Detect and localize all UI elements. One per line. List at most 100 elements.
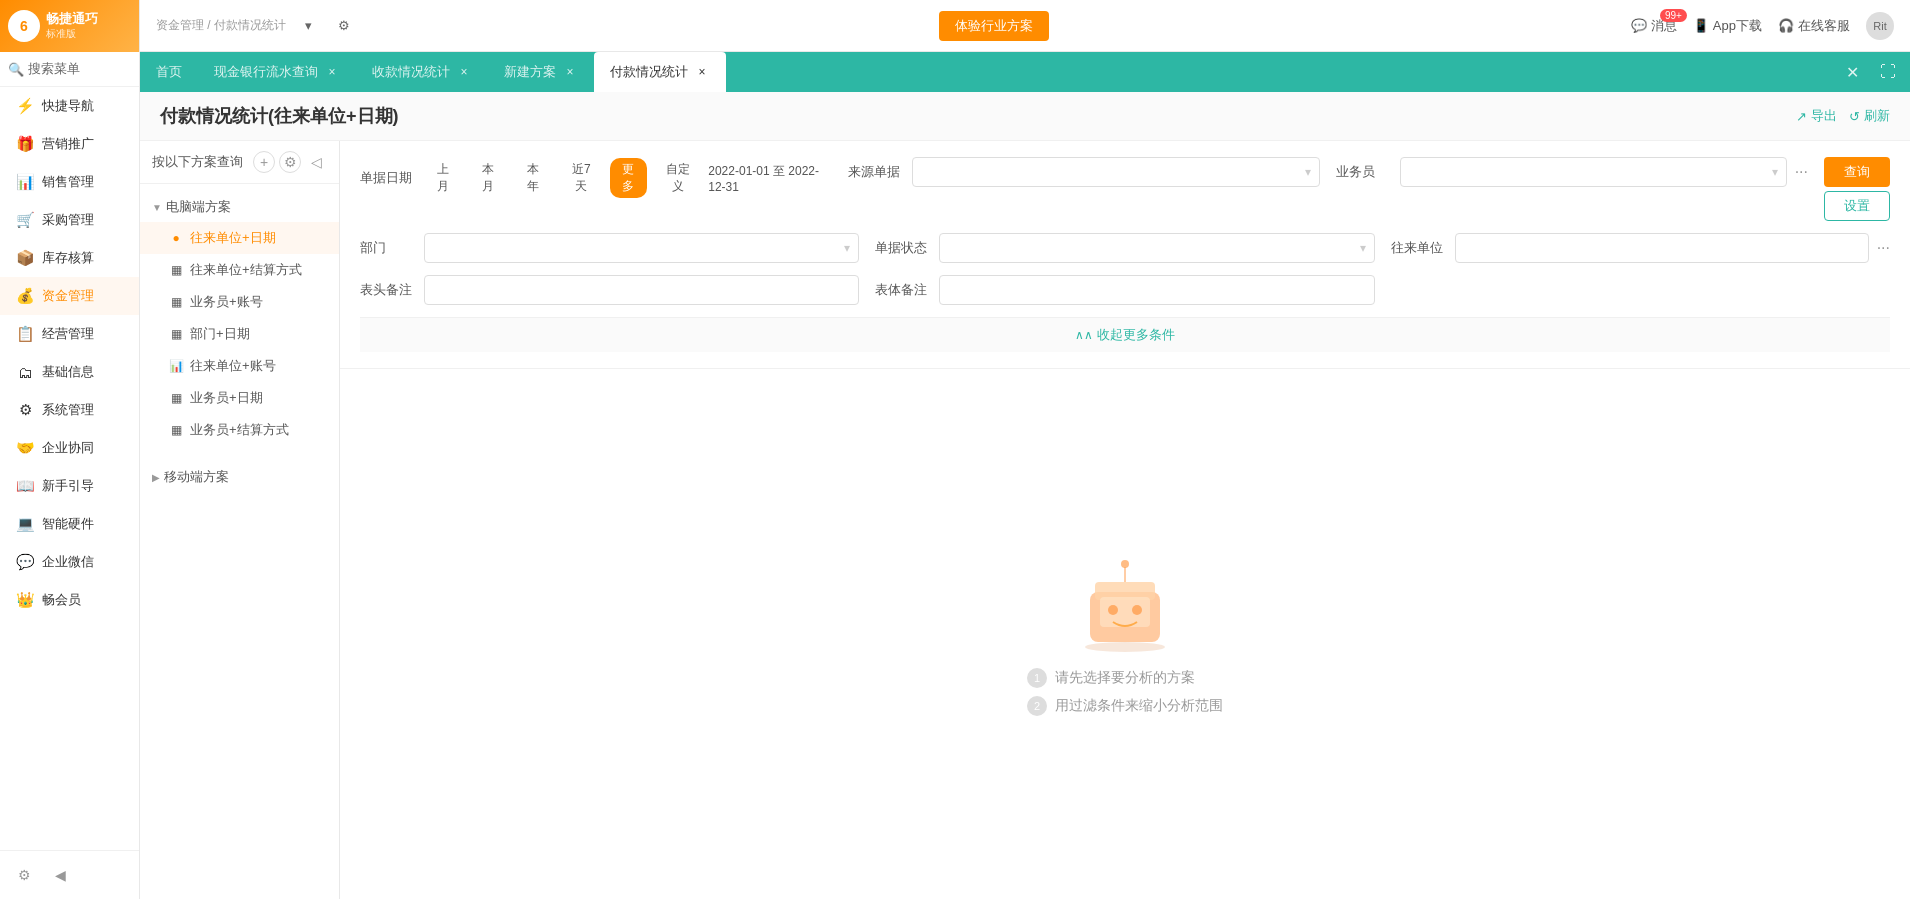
scheme-item-partner-date[interactable]: ● 往来单位+日期	[140, 222, 339, 254]
header-dropdown-btn[interactable]: ▾	[294, 12, 322, 40]
tab-new-scheme-close[interactable]: ×	[562, 64, 578, 80]
trial-btn[interactable]: 体验行业方案	[939, 11, 1049, 41]
tab-expand-btn[interactable]: ⛶	[1874, 58, 1902, 86]
filter-item-date: 单据日期 上月 本月 本年 近7天 更多 自定义 2022-01-01 至 20…	[360, 157, 832, 199]
mobile-schemes-toggle[interactable]: ▶ 移动端方案	[140, 462, 339, 492]
scheme-item-partner-settle[interactable]: ▦ 往来单位+结算方式	[140, 254, 339, 286]
tab-collection-close[interactable]: ×	[456, 64, 472, 80]
scheme-item-sales-settle[interactable]: ▦ 业务员+结算方式	[140, 414, 339, 446]
search-icon: 🔍	[8, 62, 24, 77]
this-year-btn[interactable]: 本年	[514, 157, 553, 199]
system-icon: ⚙	[16, 401, 34, 419]
sidebar-item-hardware[interactable]: 💻智能硬件	[0, 505, 139, 543]
scheme-item-label: 业务员+日期	[190, 389, 263, 407]
sidebar-item-guide[interactable]: 📖新手引导	[0, 467, 139, 505]
footer-settings-btn[interactable]: ⚙	[10, 861, 38, 889]
tab-home[interactable]: 首页	[140, 52, 198, 92]
scheme-item-dept-date[interactable]: ▦ 部门+日期	[140, 318, 339, 350]
filter-settings-btn[interactable]: 设置	[1824, 191, 1890, 221]
source-select-arrow: ▾	[1305, 165, 1311, 179]
breadcrumb: 资金管理 / 付款情况统计	[156, 17, 286, 34]
tab-bar-actions: ✕ ⛶	[1838, 58, 1910, 86]
sidebar-item-marketing[interactable]: 🎁营销推广	[0, 125, 139, 163]
empty-state: 1 请先选择要分析的方案 2 用过滤条件来缩小分析范围	[340, 369, 1910, 899]
refresh-btn[interactable]: ↺ 刷新	[1849, 107, 1890, 125]
desktop-schemes-toggle[interactable]: ▼ 电脑端方案	[140, 192, 339, 222]
scheme-item-sales-date[interactable]: ▦ 业务员+日期	[140, 382, 339, 414]
tab-payment-stats[interactable]: 付款情况统计 ×	[594, 52, 726, 92]
nav-label: 营销推广	[42, 135, 94, 153]
sidebar-header: 6 畅捷通巧 标准版	[0, 0, 139, 52]
collapse-conditions-btn[interactable]: ∧∧ 收起更多条件	[360, 317, 1890, 352]
sidebar-item-sales[interactable]: 📊销售管理	[0, 163, 139, 201]
partner-select[interactable]	[1455, 233, 1869, 263]
tab-bank-flow-close[interactable]: ×	[324, 64, 340, 80]
7days-btn[interactable]: 近7天	[559, 157, 604, 199]
sidebar-item-inventory[interactable]: 📦库存核算	[0, 239, 139, 277]
tab-payment-stats-label: 付款情况统计	[610, 63, 688, 81]
sidebar-item-quick-nav[interactable]: ⚡快捷导航	[0, 87, 139, 125]
download-icon: 📱	[1693, 18, 1709, 33]
tab-collection[interactable]: 收款情况统计 ×	[356, 52, 488, 92]
salesperson-select[interactable]: ▾	[1400, 157, 1787, 187]
this-month-btn[interactable]: 本月	[469, 157, 508, 199]
scheme-add-btn[interactable]: +	[253, 151, 275, 173]
page-title: 付款情况统计(往来单位+日期)	[160, 104, 399, 128]
user-avatar[interactable]: Rit	[1866, 12, 1894, 40]
page-area: 付款情况统计(往来单位+日期) ↗ 导出 ↺ 刷新 按以下方案查询 +	[140, 92, 1910, 899]
last-month-btn[interactable]: 上月	[424, 157, 463, 199]
scheme-item-partner-account[interactable]: 📊 往来单位+账号	[140, 350, 339, 382]
tab-new-scheme[interactable]: 新建方案 ×	[488, 52, 594, 92]
doc-status-select[interactable]: ▾	[939, 233, 1374, 263]
sidebar-item-basic[interactable]: 🗂基础信息	[0, 353, 139, 391]
source-select[interactable]: ▾	[912, 157, 1320, 187]
empty-hint-1: 1 请先选择要分析的方案	[1027, 668, 1223, 688]
hint-text-2: 用过滤条件来缩小分析范围	[1055, 697, 1223, 715]
header-settings-btn[interactable]: ⚙	[330, 12, 358, 40]
nav-label: 系统管理	[42, 401, 94, 419]
online-service-btn[interactable]: 🎧 在线客服	[1778, 17, 1850, 35]
sidebar-item-purchase[interactable]: 🛒采购管理	[0, 201, 139, 239]
sales-icon: 📊	[16, 173, 34, 191]
filter-section: 单据日期 上月 本月 本年 近7天 更多 自定义 2022-01-01 至 20…	[340, 141, 1910, 369]
salesperson-dots[interactable]: ···	[1795, 163, 1808, 181]
sidebar-item-operation[interactable]: 📋经营管理	[0, 315, 139, 353]
mobile-schemes-label: 移动端方案	[164, 468, 229, 486]
desktop-arrow-icon: ▼	[152, 202, 162, 213]
body-note-input[interactable]	[939, 275, 1374, 305]
message-btn[interactable]: 💬 消息 99+	[1631, 17, 1677, 35]
scheme-collapse-btn[interactable]: ◁	[305, 151, 327, 173]
partner-dots[interactable]: ···	[1877, 239, 1890, 257]
export-btn[interactable]: ↗ 导出	[1796, 107, 1837, 125]
scheme-item-label: 业务员+账号	[190, 293, 263, 311]
scheme-settings-btn[interactable]: ⚙	[279, 151, 301, 173]
scheme-item-sales-account[interactable]: ▦ 业务员+账号	[140, 286, 339, 318]
filter-item-source: 来源单据 ▾	[848, 157, 1320, 187]
footer-collapse-btn[interactable]: ◀	[46, 861, 74, 889]
dept-select[interactable]: ▾	[424, 233, 859, 263]
app-download-btn[interactable]: 📱 App下载	[1693, 17, 1762, 35]
header-note-input[interactable]	[424, 275, 859, 305]
search-label: 搜索菜单	[28, 60, 80, 78]
tab-bank-flow[interactable]: 现金银行流水查询 ×	[198, 52, 356, 92]
search-menu[interactable]: 🔍 搜索菜单	[0, 52, 139, 87]
more-btn[interactable]: 更多	[610, 158, 647, 198]
source-label: 来源单据	[848, 163, 904, 181]
tab-payment-stats-close[interactable]: ×	[694, 64, 710, 80]
tab-collection-label: 收款情况统计	[372, 63, 450, 81]
sidebar-item-cooperation[interactable]: 🤝企业协同	[0, 429, 139, 467]
basic-icon: 🗂	[16, 363, 34, 381]
dept-label: 部门	[360, 239, 416, 257]
sidebar-item-member[interactable]: 👑畅会员	[0, 581, 139, 619]
query-btn[interactable]: 查询	[1824, 157, 1890, 187]
sidebar-item-finance[interactable]: 💰资金管理	[0, 277, 139, 315]
scheme-table-icon: ▦	[168, 262, 184, 278]
sidebar-item-system[interactable]: ⚙ 系统管理	[0, 391, 139, 429]
tab-close-all-btn[interactable]: ✕	[1838, 58, 1866, 86]
scheme-item-label: 部门+日期	[190, 325, 250, 343]
sidebar-item-wechat[interactable]: 💬企业微信	[0, 543, 139, 581]
custom-btn[interactable]: 自定义	[653, 157, 702, 199]
tab-bank-flow-label: 现金银行流水查询	[214, 63, 318, 81]
filter-item-salesperson: 业务员 ▾ ···	[1336, 157, 1808, 187]
app-download-label: App下载	[1713, 17, 1762, 35]
